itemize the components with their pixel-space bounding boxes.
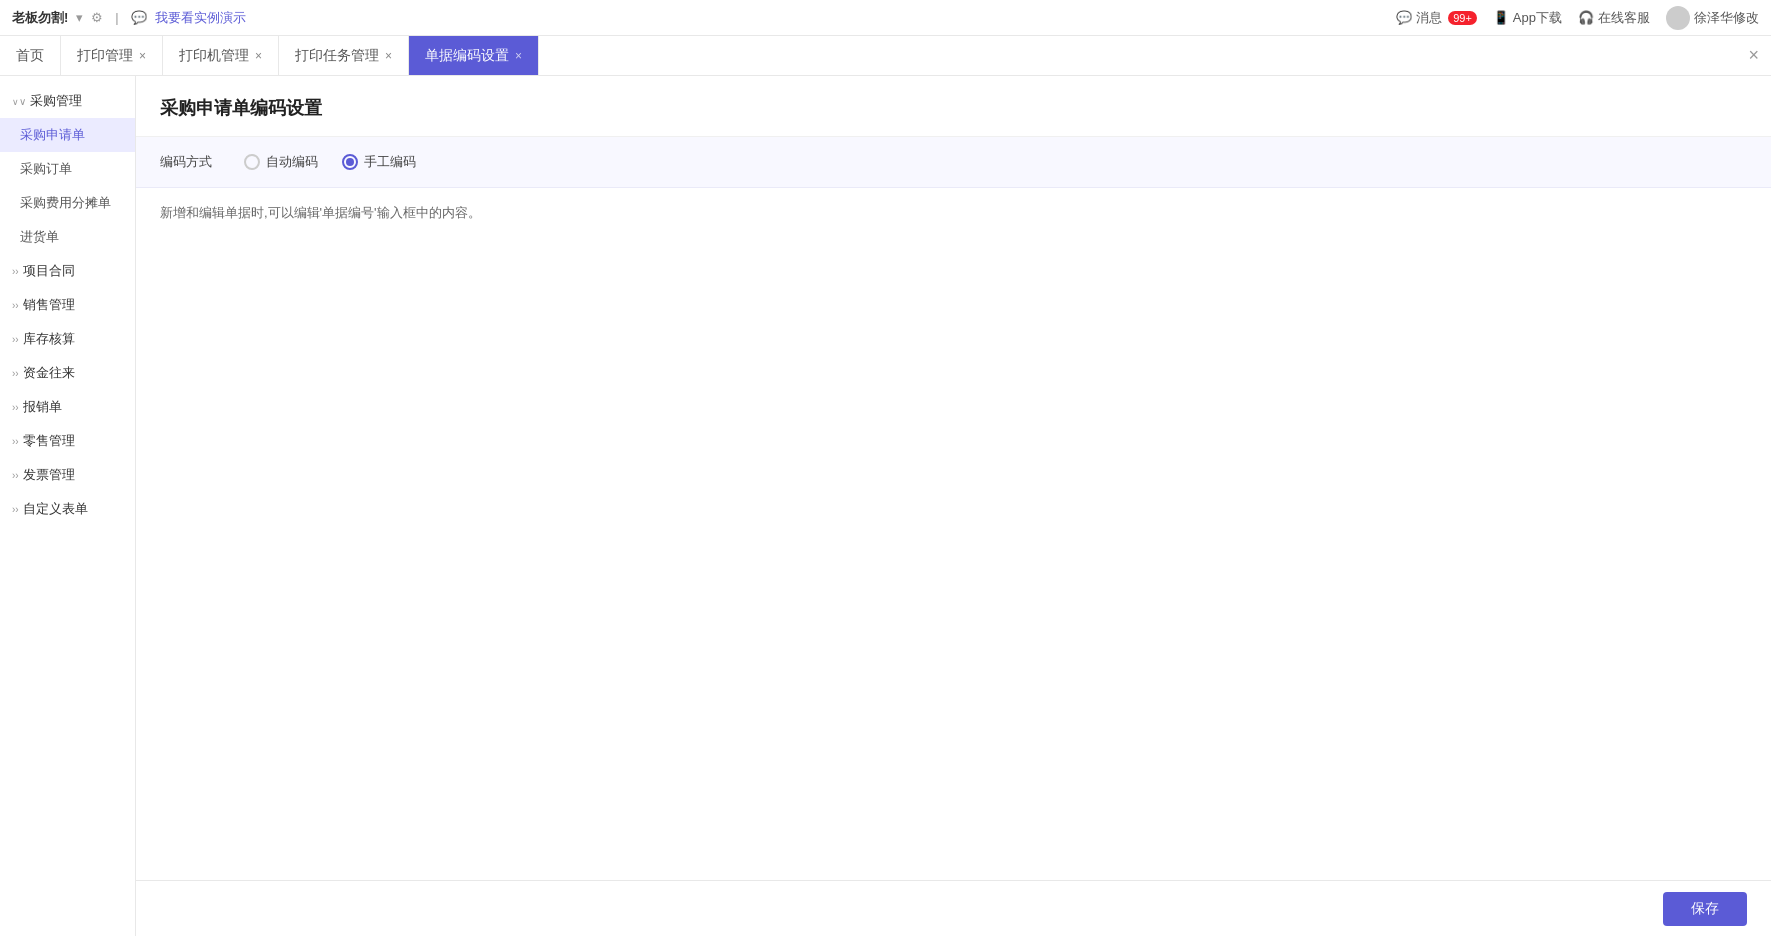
sidebar-group-returns[interactable]: › 报销单 [0,390,135,424]
sidebar-item-stock-in[interactable]: 进货单 [0,220,135,254]
top-bar: 老板勿割! ▾ ⚙ | 💬 我要看实例演示 💬 消息 99+ 📱 App下载 🎧… [0,0,1771,36]
invoice-mgmt-arrow: › [12,470,19,481]
tab-printer-mgmt-label: 打印机管理 [179,47,249,65]
radio-auto-option[interactable]: 自动编码 [244,153,318,171]
close-all-tabs-btn[interactable]: × [1736,36,1771,75]
tab-print-mgmt[interactable]: 打印管理 × [61,36,163,75]
demo-link-icon: 💬 [131,10,147,25]
online-service-label: 在线客服 [1598,9,1650,27]
radio-auto-label: 自动编码 [266,153,318,171]
tab-printer-mgmt[interactable]: 打印机管理 × [163,36,279,75]
online-service-btn[interactable]: 🎧 在线客服 [1578,9,1650,27]
sidebar-group-inventory[interactable]: › 库存核算 [0,322,135,356]
sidebar-group-returns-label: 报销单 [23,398,62,416]
dropdown-icon[interactable]: ▾ [76,10,83,25]
app-download-label: App下载 [1513,9,1562,27]
sidebar-item-stock-in-label: 进货单 [20,229,59,244]
returns-arrow: › [12,402,19,413]
radio-manual-option[interactable]: 手工编码 [342,153,416,171]
description-content: 新增和编辑单据时,可以编辑'单据编号'输入框中的内容。 [160,205,481,220]
tab-home-label: 首页 [16,47,44,65]
sidebar-group-retail-mgmt[interactable]: › 零售管理 [0,424,135,458]
radio-manual-label: 手工编码 [364,153,416,171]
divider: | [115,10,118,25]
encoding-label: 编码方式 [160,153,212,171]
sidebar-group-inventory-label: 库存核算 [23,330,75,348]
demo-link[interactable]: 我要看实例演示 [155,9,246,27]
tab-single-code-settings-label: 单据编码设置 [425,47,509,65]
top-bar-right: 💬 消息 99+ 📱 App下载 🎧 在线客服 徐泽华修改 [1396,6,1759,30]
inventory-arrow: › [12,334,19,345]
settings-icon[interactable]: ⚙ [91,10,103,25]
radio-manual-circle[interactable] [342,154,358,170]
tab-printer-mgmt-close[interactable]: × [255,49,262,63]
tab-print-task-mgmt-label: 打印任务管理 [295,47,379,65]
tab-single-code-settings[interactable]: 单据编码设置 × [409,36,539,75]
description-text: 新增和编辑单据时,可以编辑'单据编号'输入框中的内容。 [136,188,1771,238]
sidebar-group-project-contract-label: 项目合同 [23,262,75,280]
tab-single-code-settings-close[interactable]: × [515,49,522,63]
sidebar-group-fund-flow[interactable]: › 资金往来 [0,356,135,390]
sidebar-group-project-contract[interactable]: › 项目合同 [0,254,135,288]
sidebar-item-purchase-expense-label: 采购费用分摊单 [20,195,111,210]
content-header: 采购申请单编码设置 [136,76,1771,137]
encoding-section: 编码方式 自动编码 手工编码 [136,137,1771,188]
tab-print-mgmt-close[interactable]: × [139,49,146,63]
close-all-icon: × [1748,45,1759,66]
message-label: 消息 [1416,9,1442,27]
brand-label: 老板勿割! [12,9,68,27]
headset-icon: 🎧 [1578,10,1594,25]
sidebar-item-purchase-requisition[interactable]: 采购申请单 [0,118,135,152]
top-bar-left: 老板勿割! ▾ ⚙ | 💬 我要看实例演示 [12,9,246,27]
sidebar-group-purchase-mgmt-label: 采购管理 [30,92,82,110]
fund-flow-arrow: › [12,368,19,379]
message-badge: 99+ [1448,11,1477,25]
content-area: 采购申请单编码设置 编码方式 自动编码 手工编码 新增和编辑单据时,可以编辑'单… [136,76,1771,936]
tab-print-task-mgmt[interactable]: 打印任务管理 × [279,36,409,75]
sidebar-item-purchase-order[interactable]: 采购订单 [0,152,135,186]
sidebar: ∨ 采购管理 采购申请单 采购订单 采购费用分摊单 进货单 › 项目合同 › 销… [0,76,136,936]
tab-bar: 首页 打印管理 × 打印机管理 × 打印任务管理 × 单据编码设置 × × [0,36,1771,76]
sidebar-item-purchase-expense[interactable]: 采购费用分摊单 [0,186,135,220]
user-menu[interactable]: 徐泽华修改 [1666,6,1759,30]
sidebar-group-custom-forms-label: 自定义表单 [23,500,88,518]
sidebar-item-purchase-requisition-label: 采购申请单 [20,127,85,142]
message-btn[interactable]: 💬 消息 99+ [1396,9,1477,27]
page-title: 采购申请单编码设置 [160,98,322,118]
app-download-btn[interactable]: 📱 App下载 [1493,9,1562,27]
user-name: 徐泽华修改 [1694,9,1759,27]
sidebar-group-purchase-mgmt[interactable]: ∨ 采购管理 [0,84,135,118]
message-icon: 💬 [1396,10,1412,25]
avatar [1666,6,1690,30]
main-layout: ∨ 采购管理 采购申请单 采购订单 采购费用分摊单 进货单 › 项目合同 › 销… [0,76,1771,936]
tab-print-task-mgmt-close[interactable]: × [385,49,392,63]
save-button[interactable]: 保存 [1663,892,1747,926]
sidebar-group-sales-mgmt[interactable]: › 销售管理 [0,288,135,322]
purchase-mgmt-arrow: ∨ [12,96,26,107]
app-download-icon: 📱 [1493,10,1509,25]
radio-group: 自动编码 手工编码 [244,153,416,171]
retail-mgmt-arrow: › [12,436,19,447]
bottom-bar: 保存 [136,880,1771,936]
tab-print-mgmt-label: 打印管理 [77,47,133,65]
radio-auto-circle[interactable] [244,154,260,170]
sidebar-group-invoice-mgmt[interactable]: › 发票管理 [0,458,135,492]
sidebar-group-custom-forms[interactable]: › 自定义表单 [0,492,135,526]
sidebar-group-sales-mgmt-label: 销售管理 [23,296,75,314]
tab-home[interactable]: 首页 [0,36,61,75]
custom-forms-arrow: › [12,504,19,515]
sidebar-group-fund-flow-label: 资金往来 [23,364,75,382]
sidebar-item-purchase-order-label: 采购订单 [20,161,72,176]
sales-mgmt-arrow: › [12,300,19,311]
project-contract-arrow: › [12,266,19,277]
sidebar-group-retail-mgmt-label: 零售管理 [23,432,75,450]
sidebar-group-invoice-mgmt-label: 发票管理 [23,466,75,484]
